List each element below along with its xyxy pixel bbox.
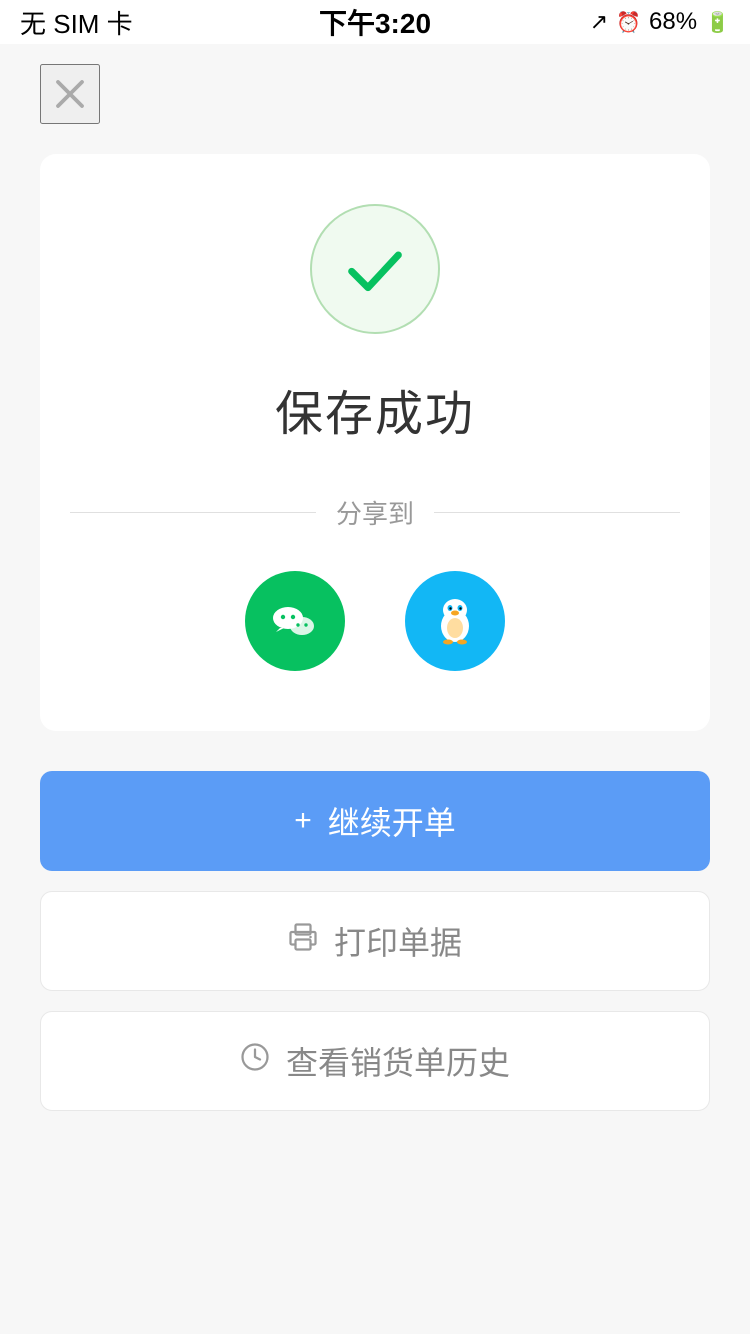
success-title: 保存成功 bbox=[275, 374, 475, 444]
divider-line-right bbox=[434, 512, 680, 513]
qq-share-button[interactable] bbox=[405, 571, 505, 671]
success-icon-wrapper bbox=[310, 204, 440, 334]
print-button[interactable]: 打印单据 bbox=[40, 891, 710, 991]
history-icon bbox=[240, 1042, 270, 1080]
wechat-share-button[interactable] bbox=[245, 571, 345, 671]
action-buttons: + 继续开单 打印单据 查看销货单历史 bbox=[40, 771, 710, 1111]
continue-plus-icon: + bbox=[294, 804, 312, 838]
history-button[interactable]: 查看销货单历史 bbox=[40, 1011, 710, 1111]
wechat-icon bbox=[266, 592, 324, 650]
carrier-text: 无 SIM 卡 bbox=[20, 4, 133, 41]
print-label: 打印单据 bbox=[334, 918, 462, 964]
battery-icon: 🔋 bbox=[705, 10, 730, 35]
battery-text: 68% bbox=[649, 8, 697, 36]
success-card: 保存成功 分享到 bbox=[40, 154, 710, 731]
print-icon bbox=[288, 922, 318, 960]
close-button[interactable] bbox=[40, 64, 100, 124]
history-label: 查看销货单历史 bbox=[286, 1038, 510, 1084]
status-right: ↗ ⏰ 68% 🔋 bbox=[590, 8, 730, 36]
checkmark-icon bbox=[340, 234, 410, 304]
main-content: 保存成功 分享到 bbox=[0, 44, 750, 1334]
qq-icon bbox=[426, 592, 484, 650]
share-divider: 分享到 bbox=[70, 494, 680, 531]
share-icons-row bbox=[245, 571, 505, 671]
alarm-icon: ⏰ bbox=[616, 10, 641, 35]
continue-label: 继续开单 bbox=[328, 798, 456, 844]
share-divider-text: 分享到 bbox=[336, 494, 414, 531]
status-bar: 无 SIM 卡 下午3:20 ↗ ⏰ 68% 🔋 bbox=[0, 0, 750, 44]
continue-button[interactable]: + 继续开单 bbox=[40, 771, 710, 871]
divider-line-left bbox=[70, 512, 316, 513]
status-left: 无 SIM 卡 bbox=[20, 4, 141, 41]
status-time: 下午3:20 bbox=[319, 2, 431, 42]
location-icon: ↗ bbox=[590, 9, 608, 35]
